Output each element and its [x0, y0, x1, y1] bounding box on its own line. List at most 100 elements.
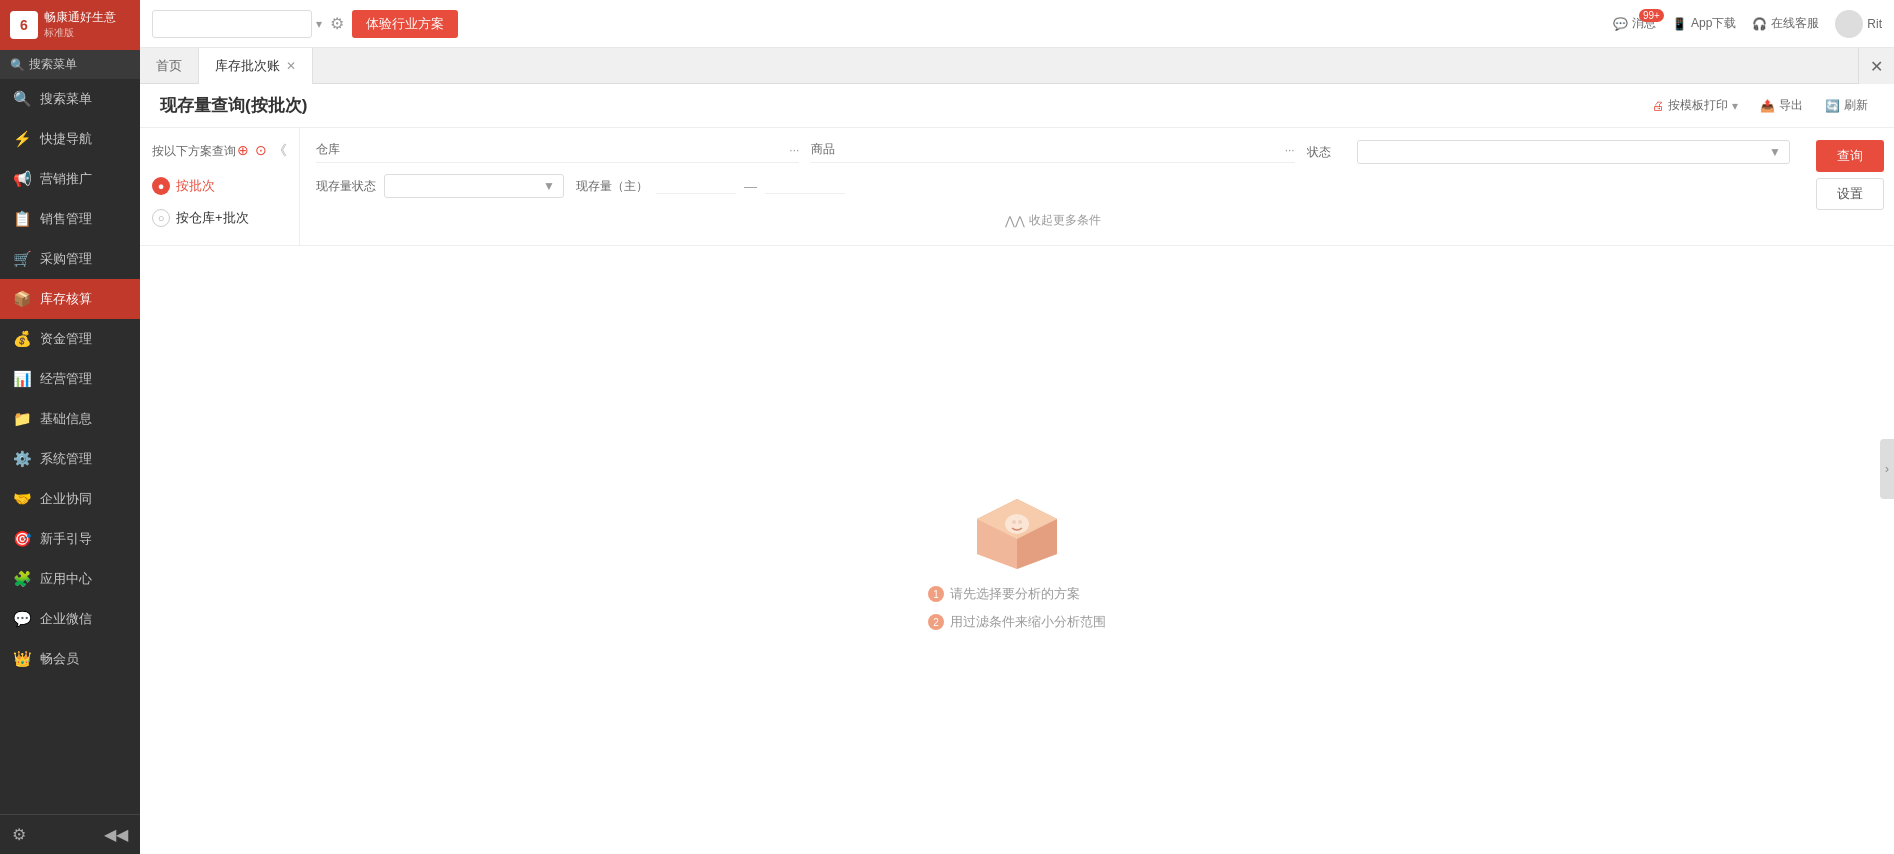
collapse-icon[interactable]: ◀◀: [104, 825, 128, 844]
topbar: ▾ ⚙ 体验行业方案 💬 消息 99+ 📱 App下载 🎧 在线客服 Rit: [140, 0, 1894, 48]
product-field-inner: 商品 ···: [811, 141, 1294, 163]
sidebar-item-operation[interactable]: 📊 经营管理: [0, 359, 140, 399]
page-close-btn[interactable]: ✕: [1858, 48, 1894, 84]
tab-home[interactable]: 首页: [140, 48, 199, 84]
topbar-gear-icon[interactable]: ⚙: [330, 14, 344, 33]
message-btn[interactable]: 💬 消息 99+: [1613, 15, 1656, 32]
nav-icon-inventory: 📦: [12, 289, 32, 309]
setting-btn[interactable]: 设置: [1816, 178, 1884, 210]
sidebar-item-member[interactable]: 👑 畅会员: [0, 639, 140, 679]
sidebar-item-sales[interactable]: 📋 销售管理: [0, 199, 140, 239]
nav-icon-guide: 🎯: [12, 529, 32, 549]
sidebar-item-system[interactable]: ⚙️ 系统管理: [0, 439, 140, 479]
status-select[interactable]: ▼: [1357, 140, 1790, 164]
page-title: 现存量查询(按批次): [160, 94, 307, 117]
sidebar-item-search[interactable]: 🔍 搜索菜单: [0, 79, 140, 119]
nav-icon-collab: 🤝: [12, 489, 32, 509]
tip2-num: 2: [928, 614, 944, 630]
scheme-header: 按以下方案查询 ⊕ ⊙ 《: [140, 138, 299, 164]
warehouse-more-icon[interactable]: ···: [789, 143, 799, 157]
sidebar-item-inventory[interactable]: 📦 库存核算: [0, 279, 140, 319]
empty-illustration: [957, 469, 1077, 569]
nav-icon-quick-nav: ⚡: [12, 129, 32, 149]
avatar-img: [1835, 10, 1863, 38]
nav-label-purchase: 采购管理: [40, 250, 92, 268]
message-badge: 99+: [1639, 9, 1664, 22]
refresh-btn[interactable]: 🔄 刷新: [1819, 94, 1874, 117]
app-download-btn[interactable]: 📱 App下载: [1672, 15, 1736, 32]
sidebar-item-quick-nav[interactable]: ⚡ 快捷导航: [0, 119, 140, 159]
refresh-icon: 🔄: [1825, 99, 1840, 113]
warehouse-field-inner: 仓库 ···: [316, 141, 799, 163]
stock-qty-to[interactable]: [765, 178, 845, 194]
refresh-label: 刷新: [1844, 97, 1868, 114]
nav-label-sales: 销售管理: [40, 210, 92, 228]
svg-point-7: [1018, 520, 1022, 524]
topbar-chevron-icon[interactable]: ▾: [316, 17, 322, 31]
print-label: 按模板打印: [1668, 97, 1728, 114]
sidebar-item-collab[interactable]: 🤝 企业协同: [0, 479, 140, 519]
tab-home-label: 首页: [156, 57, 182, 75]
export-btn[interactable]: 📤 导出: [1754, 94, 1809, 117]
scheme-item-batch[interactable]: ● 按批次: [140, 170, 299, 202]
search-label: 搜索菜单: [29, 56, 77, 73]
query-buttons: 查询 设置: [1806, 128, 1894, 245]
online-service-btn[interactable]: 🎧 在线客服: [1752, 15, 1819, 32]
sidebar-item-wechat[interactable]: 💬 企业微信: [0, 599, 140, 639]
export-label: 导出: [1779, 97, 1803, 114]
tab-close-icon[interactable]: ✕: [286, 59, 296, 73]
experience-btn[interactable]: 体验行业方案: [352, 10, 458, 38]
filter-panel: 按以下方案查询 ⊕ ⊙ 《 ● 按批次 ○ 按仓库+批次: [140, 128, 1894, 246]
scheme-dot-batch: ●: [152, 177, 170, 195]
nav-icon-system: ⚙️: [12, 449, 32, 469]
scheme-settings-icon[interactable]: ⊙: [255, 142, 267, 160]
right-edge-toggle[interactable]: ›: [1880, 439, 1894, 499]
filter-collapse[interactable]: ⋀⋀ 收起更多条件: [316, 208, 1790, 233]
tip1-text: 请先选择要分析的方案: [950, 585, 1080, 603]
topbar-search-input[interactable]: [152, 10, 312, 38]
sidebar-item-app-center[interactable]: 🧩 应用中心: [0, 559, 140, 599]
stock-status-select[interactable]: ▼: [384, 174, 564, 198]
product-field: 商品 ···: [811, 141, 1294, 163]
nav-icon-search: 🔍: [12, 89, 32, 109]
sidebar-item-purchase[interactable]: 🛒 采购管理: [0, 239, 140, 279]
collapse-label: 收起更多条件: [1029, 212, 1101, 229]
tab-inventory-batch[interactable]: 库存批次账 ✕: [199, 48, 313, 84]
export-icon: 📤: [1760, 99, 1775, 113]
scheme-collapse-icon[interactable]: 《: [273, 142, 287, 160]
product-more-icon[interactable]: ···: [1285, 143, 1295, 157]
warehouse-field: 仓库 ···: [316, 141, 799, 163]
scheme-add-icon[interactable]: ⊕: [237, 142, 249, 160]
app-logo: 6: [10, 11, 38, 39]
nav-icon-purchase: 🛒: [12, 249, 32, 269]
nav-label-member: 畅会员: [40, 650, 79, 668]
status-label: 状态: [1307, 144, 1357, 161]
scheme-header-icons: ⊕ ⊙ 《: [237, 142, 287, 160]
print-btn[interactable]: 🖨 按模板打印 ▾: [1646, 94, 1744, 117]
print-dropdown-icon[interactable]: ▾: [1732, 99, 1738, 113]
page-header-actions: 🖨 按模板打印 ▾ 📤 导出 🔄 刷新: [1646, 94, 1874, 117]
query-btn[interactable]: 查询: [1816, 140, 1884, 172]
nav-icon-app-center: 🧩: [12, 569, 32, 589]
user-avatar[interactable]: Rit: [1835, 10, 1882, 38]
warehouse-input[interactable]: [366, 142, 785, 157]
scheme-item-warehouse-batch[interactable]: ○ 按仓库+批次: [140, 202, 299, 234]
stock-qty-from[interactable]: [656, 178, 736, 194]
sidebar-item-guide[interactable]: 🎯 新手引导: [0, 519, 140, 559]
filter-area: 仓库 ··· 商品 ···: [300, 128, 1806, 245]
sidebar-item-finance[interactable]: 💰 资金管理: [0, 319, 140, 359]
topbar-right: 💬 消息 99+ 📱 App下载 🎧 在线客服 Rit: [1613, 10, 1882, 38]
sidebar-search[interactable]: 🔍 搜索菜单: [0, 50, 140, 79]
topbar-left: ▾ ⚙ 体验行业方案: [152, 10, 1605, 38]
empty-state: 1 请先选择要分析的方案 2 用过滤条件来缩小分析范围: [140, 246, 1894, 854]
product-input[interactable]: [861, 142, 1280, 157]
settings-icon[interactable]: ⚙: [12, 825, 26, 844]
sidebar-item-marketing[interactable]: 📢 营销推广: [0, 159, 140, 199]
filter-row-2: 现存量状态 ▼ 现存量（主） —: [316, 174, 1790, 198]
empty-icon-wrap: [957, 469, 1077, 569]
tip2-text: 用过滤条件来缩小分析范围: [950, 613, 1106, 631]
sidebar-item-basic[interactable]: 📁 基础信息: [0, 399, 140, 439]
nav-icon-operation: 📊: [12, 369, 32, 389]
user-name: Rit: [1867, 17, 1882, 31]
tabs-bar: 首页 库存批次账 ✕ ✕: [140, 48, 1894, 84]
